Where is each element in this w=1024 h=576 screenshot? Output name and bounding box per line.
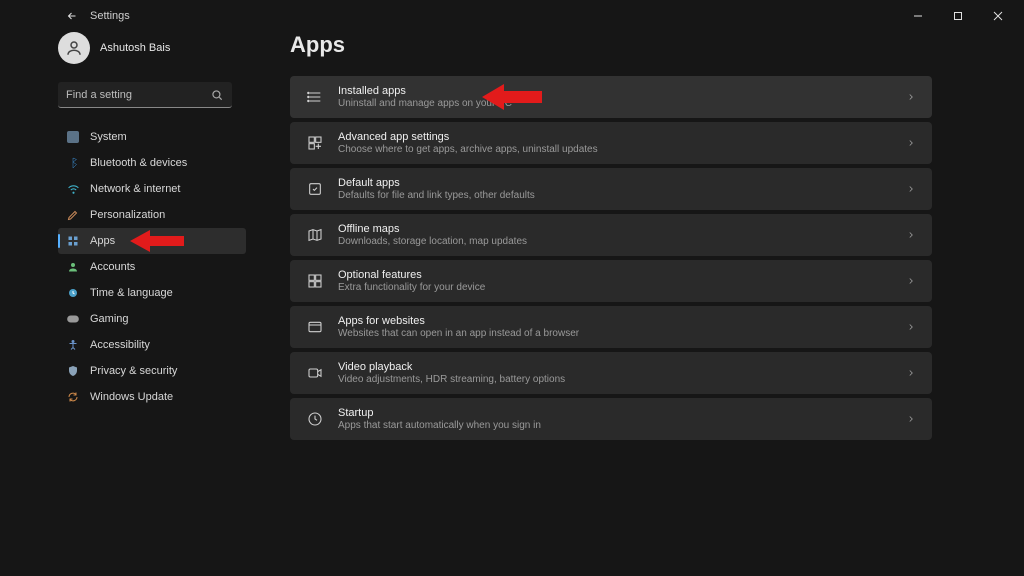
- card-sub: Downloads, storage location, map updates: [338, 236, 527, 247]
- card-sub: Extra functionality for your device: [338, 282, 485, 293]
- card-sub: Video adjustments, HDR streaming, batter…: [338, 374, 565, 385]
- main-panel: Apps Installed apps Uninstall and manage…: [246, 32, 1024, 440]
- search-input[interactable]: [66, 89, 210, 101]
- card-apps-for-websites[interactable]: Apps for websites Websites that can open…: [290, 306, 932, 348]
- card-title: Advanced app settings: [338, 131, 598, 143]
- card-video-playback[interactable]: Video playback Video adjustments, HDR st…: [290, 352, 932, 394]
- nav-label: Gaming: [90, 313, 129, 325]
- profile-name: Ashutosh Bais: [100, 42, 170, 54]
- window-title: Settings: [90, 10, 130, 22]
- card-sub: Uninstall and manage apps on your PC: [338, 98, 512, 109]
- chevron-right-icon: [906, 368, 916, 378]
- nav-network[interactable]: Network & internet: [58, 176, 246, 202]
- chevron-right-icon: [906, 276, 916, 286]
- nav-label: Accessibility: [90, 339, 150, 351]
- update-icon: [66, 390, 80, 404]
- nav-label: System: [90, 131, 127, 143]
- card-title: Installed apps: [338, 85, 512, 97]
- nav-label: Bluetooth & devices: [90, 157, 187, 169]
- card-title: Offline maps: [338, 223, 527, 235]
- nav-accessibility[interactable]: Accessibility: [58, 332, 246, 358]
- chevron-right-icon: [906, 322, 916, 332]
- card-sub: Websites that can open in an app instead…: [338, 328, 579, 339]
- web-apps-icon: [306, 318, 324, 336]
- apps-icon: [66, 234, 80, 248]
- nav-personalization[interactable]: Personalization: [58, 202, 246, 228]
- startup-icon: [306, 410, 324, 428]
- card-optional-features[interactable]: Optional features Extra functionality fo…: [290, 260, 932, 302]
- search-box[interactable]: [58, 82, 232, 108]
- annotation-arrow-nav: [130, 228, 184, 254]
- nav-update[interactable]: Windows Update: [58, 384, 246, 410]
- card-sub: Choose where to get apps, archive apps, …: [338, 144, 598, 155]
- nav-list: System Bluetooth & devices Network & int…: [58, 124, 246, 410]
- maximize-button[interactable]: [938, 2, 978, 30]
- nav-accounts[interactable]: Accounts: [58, 254, 246, 280]
- close-button[interactable]: [978, 2, 1018, 30]
- chevron-right-icon: [906, 184, 916, 194]
- card-startup[interactable]: Startup Apps that start automatically wh…: [290, 398, 932, 440]
- card-advanced-app-settings[interactable]: Advanced app settings Choose where to ge…: [290, 122, 932, 164]
- video-icon: [306, 364, 324, 382]
- nav-label: Privacy & security: [90, 365, 177, 377]
- nav-label: Apps: [90, 235, 115, 247]
- card-title: Startup: [338, 407, 541, 419]
- nav-privacy[interactable]: Privacy & security: [58, 358, 246, 384]
- search-icon: [210, 88, 224, 102]
- accessibility-icon: [66, 338, 80, 352]
- maps-icon: [306, 226, 324, 244]
- card-title: Apps for websites: [338, 315, 579, 327]
- card-title: Optional features: [338, 269, 485, 281]
- minimize-button[interactable]: [898, 2, 938, 30]
- nav-label: Network & internet: [90, 183, 180, 195]
- sidebar: Ashutosh Bais System Bluetooth & devices…: [58, 32, 246, 440]
- page-title: Apps: [290, 32, 932, 58]
- card-title: Default apps: [338, 177, 535, 189]
- nav-time[interactable]: Time & language: [58, 280, 246, 306]
- avatar: [58, 32, 90, 64]
- nav-system[interactable]: System: [58, 124, 246, 150]
- system-icon: [66, 130, 80, 144]
- chevron-right-icon: [906, 138, 916, 148]
- nav-bluetooth[interactable]: Bluetooth & devices: [58, 150, 246, 176]
- nav-gaming[interactable]: Gaming: [58, 306, 246, 332]
- optional-icon: [306, 272, 324, 290]
- nav-label: Time & language: [90, 287, 173, 299]
- bluetooth-icon: [66, 156, 80, 170]
- settings-list: Installed apps Uninstall and manage apps…: [290, 76, 932, 440]
- back-button[interactable]: [58, 2, 86, 30]
- card-default-apps[interactable]: Default apps Defaults for file and link …: [290, 168, 932, 210]
- nav-label: Windows Update: [90, 391, 173, 403]
- nav-label: Accounts: [90, 261, 135, 273]
- accounts-icon: [66, 260, 80, 274]
- nav-label: Personalization: [90, 209, 165, 221]
- chevron-right-icon: [906, 414, 916, 424]
- card-title: Video playback: [338, 361, 565, 373]
- chevron-right-icon: [906, 230, 916, 240]
- nav-apps[interactable]: Apps: [58, 228, 246, 254]
- brush-icon: [66, 208, 80, 222]
- shield-icon: [66, 364, 80, 378]
- card-sub: Apps that start automatically when you s…: [338, 420, 541, 431]
- default-apps-icon: [306, 180, 324, 198]
- card-offline-maps[interactable]: Offline maps Downloads, storage location…: [290, 214, 932, 256]
- chevron-right-icon: [906, 92, 916, 102]
- titlebar: Settings: [0, 0, 1024, 32]
- wifi-icon: [66, 182, 80, 196]
- advanced-icon: [306, 134, 324, 152]
- installed-apps-icon: [306, 88, 324, 106]
- clock-icon: [66, 286, 80, 300]
- card-installed-apps[interactable]: Installed apps Uninstall and manage apps…: [290, 76, 932, 118]
- gaming-icon: [66, 312, 80, 326]
- profile-block[interactable]: Ashutosh Bais: [58, 32, 246, 82]
- card-sub: Defaults for file and link types, other …: [338, 190, 535, 201]
